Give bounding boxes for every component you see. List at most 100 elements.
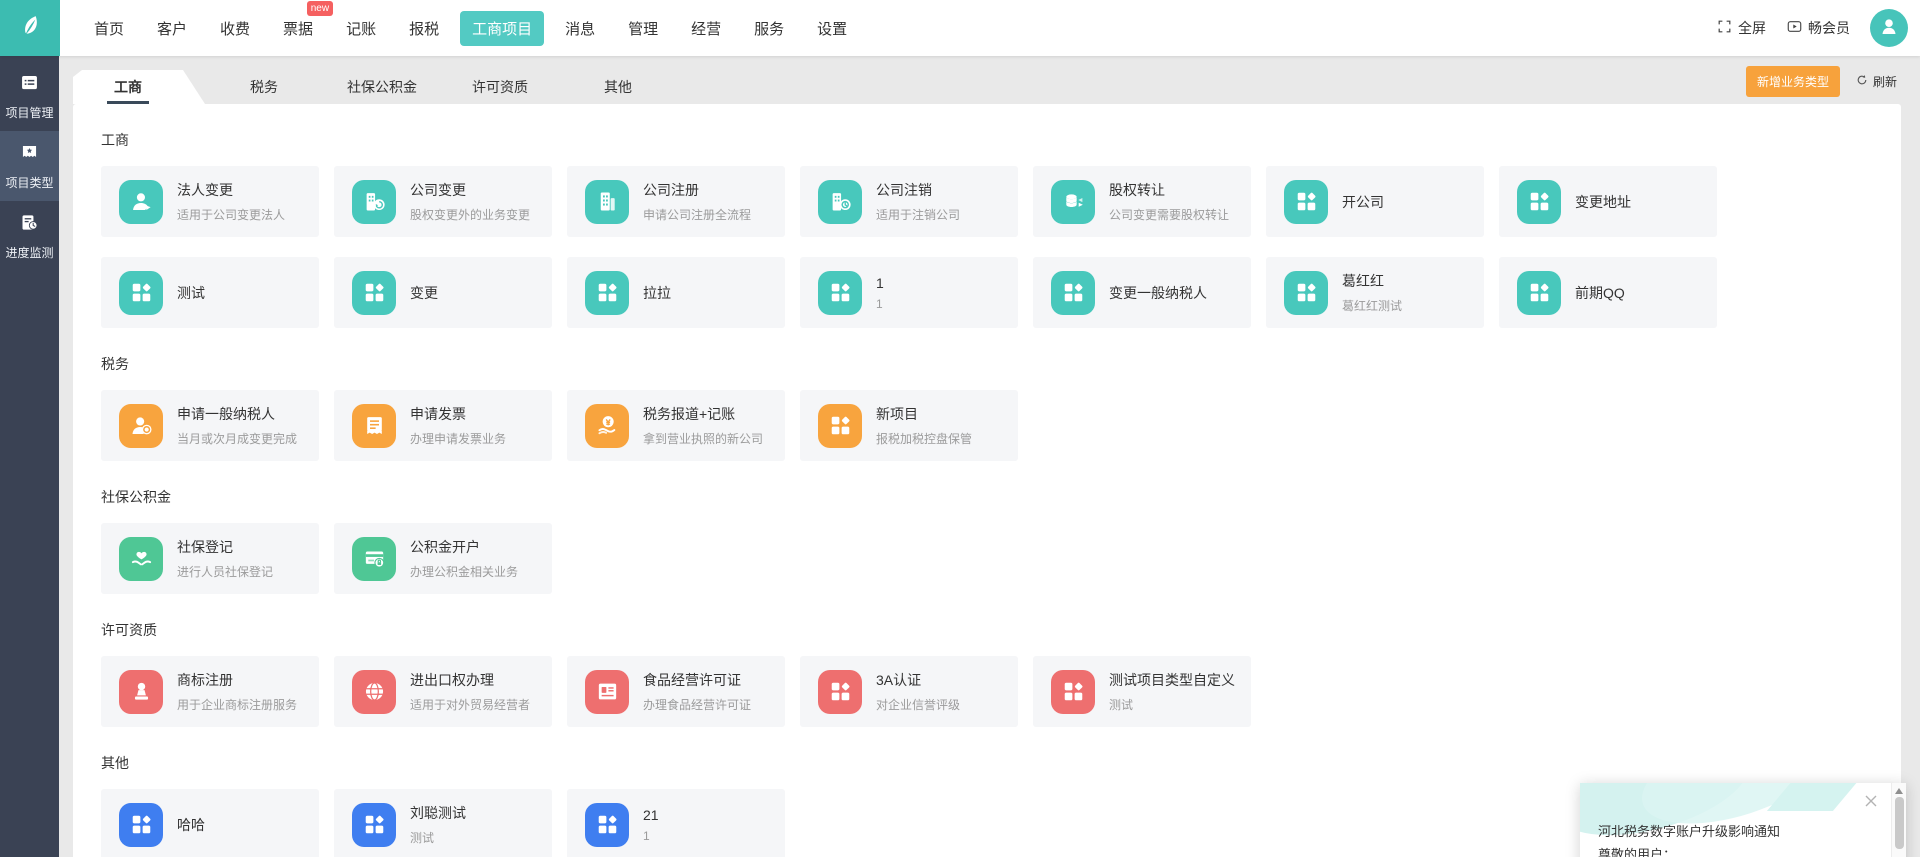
grid-icon	[818, 669, 862, 714]
refresh-button[interactable]: 刷新	[1855, 73, 1897, 90]
card-subtitle: 测试	[1109, 698, 1134, 712]
card-grid: 申请一般纳税人 当月或次月成变更完成 申请发票 办理申请发票业务 税务报道+记账 拿到营业…	[101, 390, 1873, 461]
play-icon	[1786, 18, 1803, 38]
service-card[interactable]: 测试	[101, 257, 319, 328]
close-icon[interactable]	[1864, 794, 1878, 808]
card-title: 公积金开户	[410, 539, 480, 555]
service-card[interactable]: 新项目 报税加税控盘保管	[800, 390, 1018, 461]
popup-greeting: 尊敬的用户：	[1598, 847, 1677, 857]
service-card[interactable]: 公司变更 股权变更外的业务变更	[334, 166, 552, 237]
service-card[interactable]: 进出口权办理 适用于对外贸易经营者	[334, 656, 552, 727]
card-title: 开公司	[1342, 193, 1384, 210]
topnav-item[interactable]: 服务	[742, 11, 796, 46]
service-card[interactable]: 刘聪测试 测试	[334, 789, 552, 857]
topnav-item[interactable]: 设置	[805, 11, 859, 46]
user-avatar[interactable]	[1870, 9, 1908, 47]
category-tab[interactable]: 税务	[205, 70, 323, 104]
service-card[interactable]: 申请发票 办理申请发票业务	[334, 390, 552, 461]
topnav-item[interactable]: 工商项目	[460, 10, 545, 46]
topnav-item-label: 设置	[817, 20, 848, 38]
card-subtitle: 1	[876, 296, 883, 311]
service-card[interactable]: 11	[800, 257, 1018, 328]
grid-icon	[119, 270, 163, 315]
service-card[interactable]: 葛红红 葛红红测试	[1266, 257, 1484, 328]
topnav-item-label: 管理	[628, 20, 659, 38]
service-card[interactable]: 3A认证 对企业信誉评级	[800, 656, 1018, 727]
card-subtitle: 适用于注销公司	[876, 208, 961, 222]
grid-icon	[1284, 270, 1328, 315]
card-title: 申请一般纳税人	[177, 406, 275, 422]
sidebar-item[interactable]: 项目类型	[0, 131, 59, 201]
service-card[interactable]: 哈哈	[101, 789, 319, 857]
card-subtitle: 股权变更外的业务变更	[410, 208, 531, 222]
category-tab[interactable]: 许可资质	[441, 70, 559, 104]
folder-list-icon	[19, 72, 40, 98]
service-card[interactable]: 前期QQ	[1499, 257, 1717, 328]
card-texts: 哈哈	[177, 815, 205, 835]
person-arrow-icon	[119, 179, 163, 224]
service-card[interactable]: 测试项目类型自定义 测试	[1033, 656, 1251, 727]
grid-icon	[818, 403, 862, 448]
fullscreen-button[interactable]: 全屏	[1716, 18, 1766, 38]
card-texts: 变更地址	[1575, 192, 1631, 212]
scroll-up-arrow[interactable]	[1895, 788, 1903, 794]
card-title: 商标注册	[177, 672, 233, 688]
service-card[interactable]: 变更	[334, 257, 552, 328]
sidebar-item[interactable]: 项目管理	[0, 61, 59, 131]
service-card[interactable]: 公积金开户 办理公积金相关业务	[334, 523, 552, 594]
grid-icon	[1284, 179, 1328, 224]
topnav-item[interactable]: 经营	[679, 11, 733, 46]
service-card[interactable]: 法人变更 适用于公司变更法人	[101, 166, 319, 237]
sidebar-item[interactable]: 进度监测	[0, 201, 59, 271]
topnav-item[interactable]: 报税	[397, 11, 451, 46]
card-title: 股权转让	[1109, 182, 1165, 198]
scrollbar-thumb[interactable]	[1894, 797, 1904, 849]
topnav-item-label: 工商项目	[472, 20, 533, 38]
card-title: 3A认证	[876, 672, 922, 688]
service-card[interactable]: 申请一般纳税人 当月或次月成变更完成	[101, 390, 319, 461]
topnav-item[interactable]: 客户	[145, 11, 199, 46]
service-card[interactable]: 开公司	[1266, 166, 1484, 237]
popup-scrollbar[interactable]	[1891, 783, 1906, 857]
topnav-item-label: 报税	[409, 20, 440, 38]
service-card[interactable]: 变更一般纳税人	[1033, 257, 1251, 328]
topnav-item-label: 收费	[220, 20, 251, 38]
doc-clock-icon	[19, 212, 40, 238]
service-card[interactable]: 变更地址	[1499, 166, 1717, 237]
service-card[interactable]: 商标注册 用于企业商标注册服务	[101, 656, 319, 727]
service-section: 工商 法人变更 适用于公司变更法人 公司变更 股权变更外的业务变更 公司注册 申请公司注册全…	[101, 130, 1873, 328]
card-title: 申请发票	[410, 406, 466, 422]
service-card[interactable]: 食品经营许可证 办理食品经营许可证	[567, 656, 785, 727]
service-card[interactable]: 公司注册 申请公司注册全流程	[567, 166, 785, 237]
app-logo[interactable]	[0, 0, 60, 56]
service-card[interactable]: 股权转让 公司变更需要股权转让	[1033, 166, 1251, 237]
topbar: 首页 客户 收费 票据 new 记账 报税 工商项目 消息 管理 经营 服务 设置 全屏 畅会员	[0, 0, 1920, 56]
service-card[interactable]: 公司注销适用于注销公司	[800, 166, 1018, 237]
invoice-icon	[352, 403, 396, 448]
fullscreen-icon	[1716, 18, 1733, 38]
hand-coin-icon	[585, 403, 629, 448]
topnav-item[interactable]: 票据 new	[271, 0, 334, 46]
card-title: 变更地址	[1575, 193, 1631, 210]
topnav-item[interactable]: 收费	[208, 11, 262, 46]
category-tab[interactable]: 社保公积金	[323, 70, 441, 104]
service-card[interactable]: 社保登记 进行人员社保登记	[101, 523, 319, 594]
service-card[interactable]: 拉拉	[567, 257, 785, 328]
sidebar-item-label: 项目类型	[5, 175, 54, 190]
member-button[interactable]: 畅会员	[1786, 18, 1850, 38]
service-card[interactable]: 税务报道+记账 拿到营业执照的新公司	[567, 390, 785, 461]
add-business-type-button[interactable]: 新增业务类型	[1745, 66, 1840, 97]
topnav-item[interactable]: 管理	[616, 11, 670, 46]
category-tab[interactable]: 其他	[559, 70, 677, 104]
card-texts: 股权转让 公司变更需要股权转让	[1109, 180, 1229, 223]
topnav-item[interactable]: 记账	[334, 11, 388, 46]
category-tab[interactable]: 工商	[73, 70, 205, 104]
card-subtitle: 测试	[410, 831, 435, 845]
topnav-item[interactable]: 首页	[82, 11, 136, 46]
sidebar-item-label: 进度监测	[5, 245, 54, 260]
globe-arrows-icon	[352, 669, 396, 714]
card-title: 公司注销	[876, 182, 932, 198]
topnav-item[interactable]: 消息	[553, 11, 607, 46]
service-card[interactable]: 21 1	[567, 789, 785, 857]
card-subtitle: 申请公司注册全流程	[643, 208, 752, 222]
